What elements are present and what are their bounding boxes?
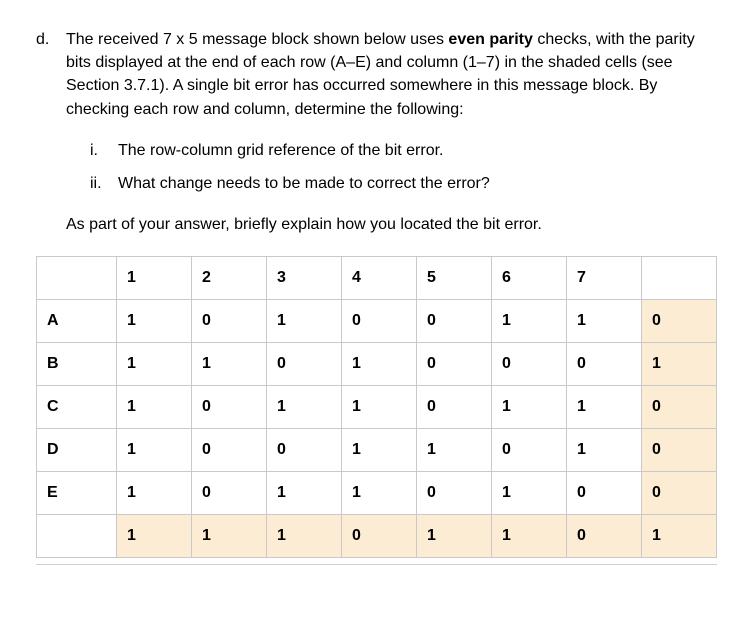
data-cell: 0 xyxy=(192,472,267,515)
data-cell: 1 xyxy=(342,343,417,386)
data-cell: 0 xyxy=(417,472,492,515)
data-cell: 1 xyxy=(117,343,192,386)
row-parity-cell: 0 xyxy=(642,386,717,429)
data-cell: 1 xyxy=(117,300,192,343)
question-text: The received 7 x 5 message block shown b… xyxy=(66,28,717,256)
data-cell: 0 xyxy=(492,343,567,386)
subquestions: i. The row-column grid reference of the … xyxy=(90,139,717,195)
data-cell: 0 xyxy=(492,429,567,472)
data-cell: 1 xyxy=(342,386,417,429)
data-cell: 1 xyxy=(342,472,417,515)
sub-num-i: i. xyxy=(90,139,110,162)
row-parity-cell: 0 xyxy=(642,300,717,343)
col-parity-row: 1 1 1 0 1 1 0 1 xyxy=(37,515,717,558)
data-cell: 0 xyxy=(417,300,492,343)
data-cell: 1 xyxy=(267,472,342,515)
parity-table: 1 2 3 4 5 6 7 A 1 0 1 0 0 1 1 0 B 1 1 0 … xyxy=(36,256,717,558)
subquestion-i: i. The row-column grid reference of the … xyxy=(90,139,717,162)
sub-text-i: The row-column grid reference of the bit… xyxy=(118,139,443,162)
sub-num-ii: ii. xyxy=(90,172,110,195)
col-parity-cell: 0 xyxy=(567,515,642,558)
corner-cell xyxy=(642,257,717,300)
row-header: C xyxy=(37,386,117,429)
data-cell: 1 xyxy=(117,429,192,472)
col-header: 4 xyxy=(342,257,417,300)
data-cell: 1 xyxy=(267,300,342,343)
data-cell: 1 xyxy=(567,300,642,343)
data-cell: 1 xyxy=(567,386,642,429)
data-cell: 0 xyxy=(192,300,267,343)
col-header: 5 xyxy=(417,257,492,300)
col-header: 2 xyxy=(192,257,267,300)
row-header: A xyxy=(37,300,117,343)
row-header: E xyxy=(37,472,117,515)
corner-cell xyxy=(37,257,117,300)
col-parity-cell: 1 xyxy=(417,515,492,558)
question-letter: d. xyxy=(36,28,56,256)
data-cell: 1 xyxy=(342,429,417,472)
row-header: B xyxy=(37,343,117,386)
data-cell: 1 xyxy=(192,343,267,386)
data-cell: 0 xyxy=(192,386,267,429)
data-cell: 1 xyxy=(567,429,642,472)
col-parity-cell: 1 xyxy=(492,515,567,558)
explain-text: As part of your answer, briefly explain … xyxy=(66,213,717,236)
row-parity-cell: 0 xyxy=(642,429,717,472)
data-cell: 1 xyxy=(492,386,567,429)
data-cell: 0 xyxy=(567,343,642,386)
question-bold: even parity xyxy=(448,31,532,48)
col-parity-cell: 1 xyxy=(117,515,192,558)
col-header: 1 xyxy=(117,257,192,300)
data-cell: 0 xyxy=(342,300,417,343)
data-cell: 1 xyxy=(267,386,342,429)
row-parity-cell: 0 xyxy=(642,472,717,515)
data-cell: 1 xyxy=(492,300,567,343)
col-header: 7 xyxy=(567,257,642,300)
col-header: 3 xyxy=(267,257,342,300)
col-parity-cell: 1 xyxy=(267,515,342,558)
table-row: B 1 1 0 1 0 0 0 1 xyxy=(37,343,717,386)
table-row: D 1 0 0 1 1 0 1 0 xyxy=(37,429,717,472)
col-parity-cell: 1 xyxy=(192,515,267,558)
col-parity-cell: 0 xyxy=(342,515,417,558)
divider xyxy=(36,564,717,565)
data-cell: 1 xyxy=(492,472,567,515)
data-cell: 0 xyxy=(417,343,492,386)
col-header: 6 xyxy=(492,257,567,300)
question-d: d. The received 7 x 5 message block show… xyxy=(36,28,717,256)
table-row: A 1 0 1 0 0 1 1 0 xyxy=(37,300,717,343)
data-cell: 1 xyxy=(117,472,192,515)
corner-cell xyxy=(37,515,117,558)
question-pre: The received 7 x 5 message block shown b… xyxy=(66,31,448,48)
sub-text-ii: What change needs to be made to correct … xyxy=(118,172,490,195)
data-cell: 0 xyxy=(192,429,267,472)
row-header: D xyxy=(37,429,117,472)
data-cell: 1 xyxy=(417,429,492,472)
data-cell: 0 xyxy=(417,386,492,429)
data-cell: 1 xyxy=(117,386,192,429)
data-cell: 0 xyxy=(267,429,342,472)
data-cell: 0 xyxy=(567,472,642,515)
row-parity-cell: 1 xyxy=(642,343,717,386)
header-row: 1 2 3 4 5 6 7 xyxy=(37,257,717,300)
subquestion-ii: ii. What change needs to be made to corr… xyxy=(90,172,717,195)
table-row: E 1 0 1 1 0 1 0 0 xyxy=(37,472,717,515)
overall-parity-cell: 1 xyxy=(642,515,717,558)
data-cell: 0 xyxy=(267,343,342,386)
table-row: C 1 0 1 1 0 1 1 0 xyxy=(37,386,717,429)
